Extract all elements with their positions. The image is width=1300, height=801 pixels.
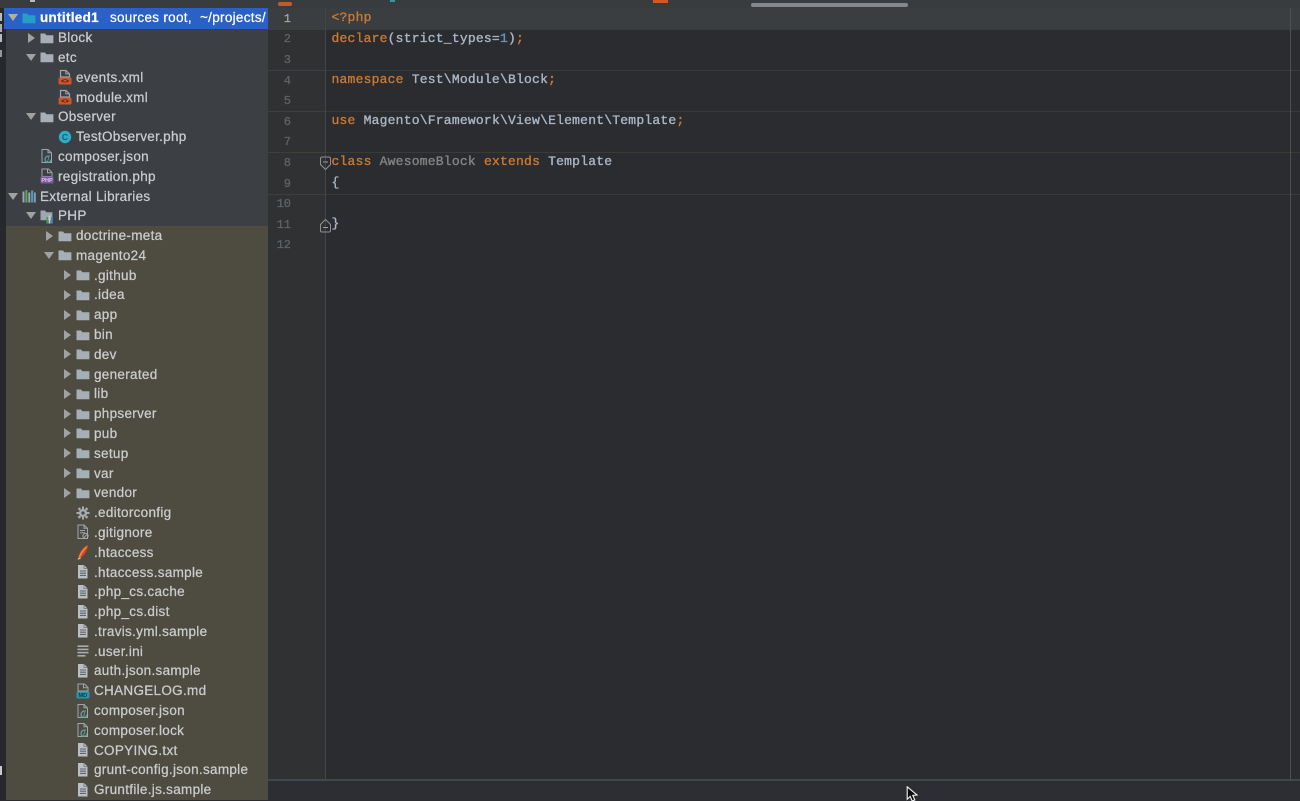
svg-text:<>: <> — [61, 98, 69, 105]
svg-text:C: C — [62, 132, 68, 142]
svg-text:PHP: PHP — [41, 178, 53, 184]
svg-text:MD: MD — [79, 693, 88, 699]
svg-text:<>: <> — [61, 78, 69, 85]
